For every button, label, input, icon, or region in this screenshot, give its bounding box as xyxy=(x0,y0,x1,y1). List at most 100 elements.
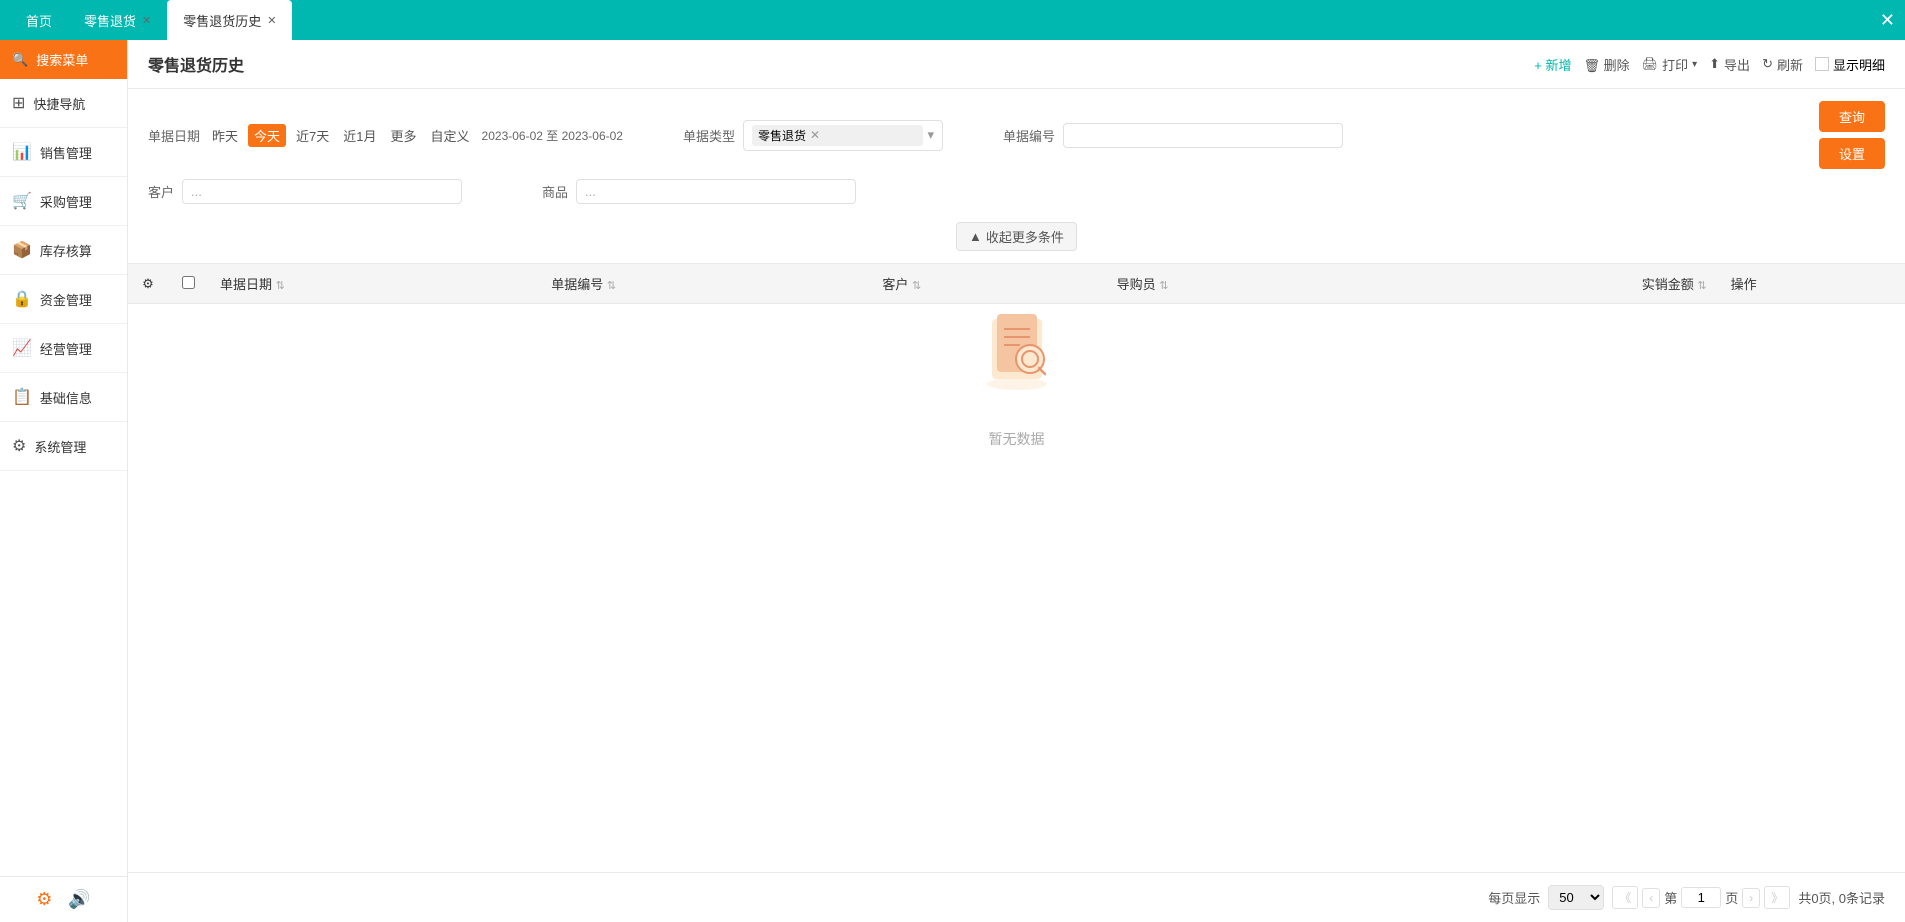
type-filter-tag-close[interactable]: ✕ xyxy=(810,128,820,142)
sidebar-item-inventory[interactable]: 📦 库存核算 xyxy=(0,226,127,275)
sidebar-item-sales-mgmt-label: 销售管理 xyxy=(40,143,92,162)
sales-mgmt-icon: 📊 xyxy=(12,142,32,162)
tab-home[interactable]: 首页 xyxy=(10,0,68,40)
col-amount-sort-icon: ⇅ xyxy=(1697,280,1706,292)
date-opt-yesterday[interactable]: 昨天 xyxy=(208,124,242,147)
sidebar-item-finance[interactable]: 🔒 资金管理 xyxy=(0,275,127,324)
sidebar-item-quick-nav[interactable]: ⊞ 快捷导航 xyxy=(0,79,127,128)
col-number[interactable]: 单据编号 ⇅ xyxy=(539,264,870,304)
date-filter: 单据日期 昨天 今天 近7天 近1月 更多 自定义 2023-06-02 至 2… xyxy=(148,124,623,147)
date-filter-label: 单据日期 xyxy=(148,126,200,145)
goods-filter: 商品 ... xyxy=(542,179,856,204)
date-opt-7days[interactable]: 近7天 xyxy=(292,124,333,147)
new-button[interactable]: + 新增 xyxy=(1534,55,1571,74)
col-checkbox[interactable] xyxy=(168,264,208,304)
customer-filter-select[interactable]: ... xyxy=(182,179,462,204)
page-last-button[interactable]: 》 xyxy=(1764,886,1790,909)
table-container: ⚙ 单据日期 ⇅ 单据编号 ⇅ xyxy=(128,264,1905,872)
content-area: 零售退货历史 + 新增 🗑 删除 🖨 打印 ▾ ⬆ 导出 ↻ 刷新 xyxy=(128,40,1905,922)
top-bar: 首页 零售退货 ✕ 零售退货历史 ✕ ✕ xyxy=(0,0,1905,40)
empty-icon xyxy=(972,304,1062,413)
basic-info-icon: 📋 xyxy=(12,387,32,407)
date-opt-1month[interactable]: 近1月 xyxy=(339,124,380,147)
tab-retail-return[interactable]: 零售退货 ✕ xyxy=(68,0,167,40)
date-opt-custom[interactable]: 自定义 xyxy=(427,124,474,147)
customer-filter: 客户 ... xyxy=(148,179,462,204)
delete-button[interactable]: 🗑 删除 xyxy=(1583,55,1629,74)
date-opt-more[interactable]: 更多 xyxy=(387,124,421,147)
sidebar-search[interactable]: 🔍 搜索菜单 xyxy=(0,40,127,79)
operations-icon: 📈 xyxy=(12,338,32,358)
pagination: 每页显示 50 10 20 100 《 ‹ 第 页 › 》 共0页, 0条记录 xyxy=(128,872,1905,922)
page-next-button[interactable]: › xyxy=(1742,888,1760,908)
sidebar-item-operations[interactable]: 📈 经营管理 xyxy=(0,324,127,373)
page-first-button[interactable]: 《 xyxy=(1612,886,1638,909)
col-customer[interactable]: 客户 ⇅ xyxy=(870,264,1104,304)
type-filter-select[interactable]: 零售退货 ✕ ▾ xyxy=(743,120,943,151)
settings-gear-icon[interactable]: ⚙ xyxy=(36,889,52,910)
tab-list: 首页 零售退货 ✕ 零售退货历史 ✕ xyxy=(10,0,1880,40)
sidebar-item-operations-label: 经营管理 xyxy=(40,339,92,358)
quick-nav-icon: ⊞ xyxy=(12,93,25,113)
col-amount[interactable]: 实销金额 ⇅ xyxy=(1387,264,1718,304)
type-filter-tag: 零售退货 ✕ xyxy=(752,125,923,146)
goods-filter-label: 商品 xyxy=(542,182,568,201)
filter-row-1: 单据日期 昨天 今天 近7天 近1月 更多 自定义 2023-06-02 至 2… xyxy=(148,101,1885,169)
date-options: 昨天 今天 近7天 近1月 更多 自定义 xyxy=(208,124,474,147)
col-customer-label: 客户 xyxy=(882,277,908,292)
export-label: 导出 xyxy=(1724,55,1750,74)
tab-retail-return-history-close[interactable]: ✕ xyxy=(267,14,276,27)
date-range-text: 2023-06-02 至 2023-06-02 xyxy=(482,127,623,144)
type-filter-value: 零售退货 ✕ xyxy=(752,125,923,146)
display-detail-toggle[interactable]: 显示明细 xyxy=(1815,55,1885,74)
tab-retail-return-history-label: 零售退货历史 xyxy=(183,11,261,30)
tab-retail-return-history[interactable]: 零售退货历史 ✕ xyxy=(167,0,292,40)
page-number-input[interactable] xyxy=(1681,887,1721,908)
display-detail-checkbox[interactable] xyxy=(1815,57,1829,71)
page-prev-button[interactable]: ‹ xyxy=(1642,888,1660,908)
sidebar-item-system[interactable]: ⚙ 系统管理 xyxy=(0,422,127,471)
window-close-button[interactable]: ✕ xyxy=(1880,10,1895,31)
date-opt-today[interactable]: 今天 xyxy=(248,124,286,147)
refresh-icon: ↻ xyxy=(1762,56,1773,72)
sidebar-item-basic-info-label: 基础信息 xyxy=(40,388,92,407)
sidebar-item-purchase-mgmt[interactable]: 🛒 采购管理 xyxy=(0,177,127,226)
settings-button[interactable]: 设置 xyxy=(1819,138,1885,169)
col-guide-label: 导购员 xyxy=(1117,277,1156,292)
page-size-select[interactable]: 50 10 20 100 xyxy=(1548,885,1604,910)
col-date[interactable]: 单据日期 ⇅ xyxy=(208,264,539,304)
col-guide[interactable]: 导购员 ⇅ xyxy=(1105,264,1388,304)
collapse-up-icon: ▲ xyxy=(969,229,982,244)
print-button[interactable]: 🖨 打印 ▾ xyxy=(1642,55,1698,74)
sidebar-item-sales-mgmt[interactable]: 📊 销售管理 xyxy=(0,128,127,177)
col-settings[interactable]: ⚙ xyxy=(128,264,168,304)
page-nav: 《 ‹ 第 页 › 》 xyxy=(1612,886,1790,909)
col-amount-label: 实销金额 xyxy=(1642,277,1694,292)
inventory-icon: 📦 xyxy=(12,240,32,260)
tab-home-label: 首页 xyxy=(26,11,52,30)
system-icon: ⚙ xyxy=(12,436,26,456)
col-guide-sort-icon: ⇅ xyxy=(1159,280,1168,292)
volume-icon[interactable]: 🔊 xyxy=(68,889,90,910)
empty-text: 暂无数据 xyxy=(989,429,1045,449)
data-table: ⚙ 单据日期 ⇅ 单据编号 ⇅ xyxy=(128,264,1905,304)
sidebar-item-basic-info[interactable]: 📋 基础信息 xyxy=(0,373,127,422)
query-button[interactable]: 查询 xyxy=(1819,101,1885,132)
type-filter-tag-text: 零售退货 xyxy=(758,127,806,144)
purchase-mgmt-icon: 🛒 xyxy=(12,191,32,211)
goods-filter-select[interactable]: ... xyxy=(576,179,856,204)
col-number-sort-icon: ⇅ xyxy=(607,280,616,292)
sidebar-item-quick-nav-label: 快捷导航 xyxy=(33,94,85,113)
search-icon: 🔍 xyxy=(12,52,28,68)
doc-number-input[interactable] xyxy=(1063,123,1343,148)
refresh-button[interactable]: ↻ 刷新 xyxy=(1762,55,1803,74)
export-button[interactable]: ⬆ 导出 xyxy=(1709,55,1750,74)
empty-state: 暂无数据 xyxy=(128,304,1905,449)
collapse-button[interactable]: ▲ 收起更多条件 xyxy=(956,222,1077,251)
sidebar-item-finance-label: 资金管理 xyxy=(40,290,92,309)
select-all-checkbox[interactable] xyxy=(182,276,195,289)
page-title: 零售退货历史 xyxy=(148,52,244,76)
sidebar-item-inventory-label: 库存核算 xyxy=(40,241,92,260)
col-settings-icon[interactable]: ⚙ xyxy=(142,276,154,291)
tab-retail-return-close[interactable]: ✕ xyxy=(142,14,151,27)
